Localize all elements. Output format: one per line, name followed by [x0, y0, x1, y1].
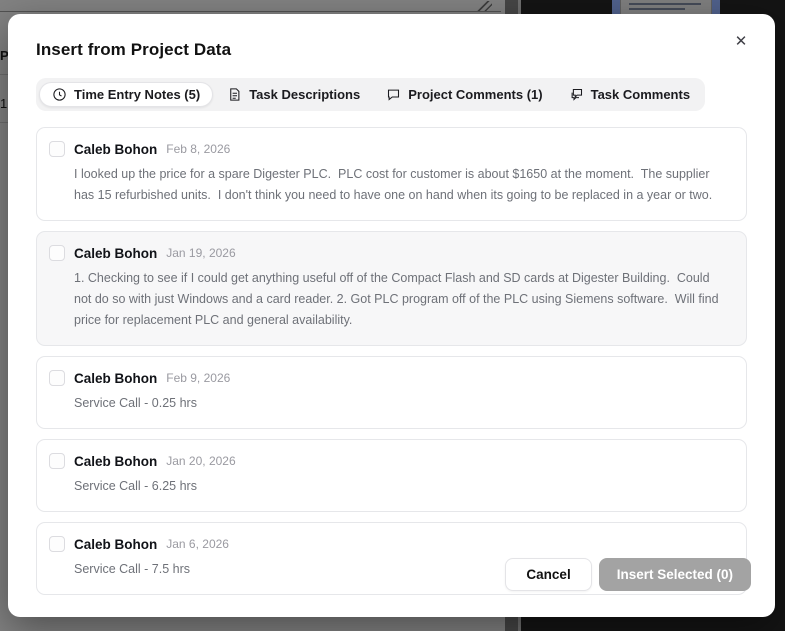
- dialog-title: Insert from Project Data: [36, 40, 232, 59]
- document-text-line: [629, 3, 701, 5]
- note-checkbox[interactable]: [49, 536, 65, 552]
- tab-task-comments[interactable]: Task Comments: [557, 82, 702, 107]
- note-text: 1. Checking to see if I could get anythi…: [74, 271, 723, 327]
- note-author: Caleb Bohon: [74, 141, 158, 157]
- note-checkbox[interactable]: [49, 370, 65, 386]
- note-checkbox[interactable]: [49, 141, 65, 157]
- note-list-item[interactable]: Caleb Bohon Jan 20, 2026 Service Call - …: [36, 439, 747, 512]
- background-textarea-edge: [0, 0, 501, 12]
- document-text-line: [629, 8, 685, 10]
- note-author: Caleb Bohon: [74, 245, 158, 261]
- tab-task-descriptions[interactable]: Task Descriptions: [215, 82, 372, 107]
- note-header: Caleb Bohon Feb 8, 2026: [49, 141, 730, 157]
- note-text: Service Call - 0.25 hrs: [74, 396, 197, 410]
- note-date: Jan 19, 2026: [166, 246, 236, 260]
- background-text-fragment: 1: [0, 96, 8, 111]
- background-document-preview: [620, 0, 712, 14]
- note-author: Caleb Bohon: [74, 536, 158, 552]
- note-author: Caleb Bohon: [74, 370, 158, 386]
- tab-label: Project Comments (1): [408, 87, 543, 102]
- dialog-footer: Cancel Insert Selected (0): [505, 558, 751, 591]
- cancel-button[interactable]: Cancel: [505, 558, 592, 591]
- note-date: Jan 20, 2026: [166, 454, 236, 468]
- background-row-divider: [0, 74, 8, 75]
- dialog-tabbar: Time Entry Notes (5) Task Descriptions P…: [36, 78, 706, 111]
- note-date: Jan 6, 2026: [166, 537, 229, 551]
- tab-project-comments[interactable]: Project Comments (1): [374, 82, 554, 107]
- note-header: Caleb Bohon Jan 20, 2026: [49, 453, 730, 469]
- background-row-divider: [0, 122, 8, 123]
- tab-label: Time Entry Notes (5): [74, 87, 201, 102]
- tab-time-entry-notes[interactable]: Time Entry Notes (5): [39, 82, 214, 107]
- background-scrollbar-strip: [712, 0, 720, 14]
- note-text: I looked up the price for a spare Digest…: [74, 167, 714, 202]
- insert-selected-button[interactable]: Insert Selected (0): [598, 558, 751, 591]
- note-date: Feb 8, 2026: [166, 142, 231, 156]
- background-scrollbar-strip: [612, 0, 620, 14]
- note-header: Caleb Bohon Feb 9, 2026: [49, 370, 730, 386]
- dialog-header: Insert from Project Data ✕: [36, 14, 747, 60]
- tab-label: Task Descriptions: [249, 87, 361, 102]
- note-list-item[interactable]: Caleb Bohon Feb 9, 2026 Service Call - 0…: [36, 356, 747, 429]
- insert-from-project-data-dialog: Insert from Project Data ✕ Time Entry No…: [8, 14, 775, 617]
- note-header: Caleb Bohon Jan 6, 2026: [49, 536, 730, 552]
- clock-icon: [53, 88, 66, 101]
- note-list-item[interactable]: Caleb Bohon Feb 8, 2026 I looked up the …: [36, 127, 747, 221]
- textarea-resize-grip-icon: [476, 1, 492, 11]
- document-icon: [230, 88, 240, 101]
- note-author: Caleb Bohon: [74, 453, 158, 469]
- time-entry-notes-list: Caleb Bohon Feb 8, 2026 I looked up the …: [36, 127, 747, 595]
- comments-icon: [571, 88, 582, 101]
- close-button[interactable]: ✕: [727, 28, 755, 56]
- note-date: Feb 9, 2026: [166, 371, 231, 385]
- comment-icon: [388, 89, 400, 101]
- note-header: Caleb Bohon Jan 19, 2026: [49, 245, 730, 261]
- note-checkbox[interactable]: [49, 245, 65, 261]
- tab-label: Task Comments: [590, 87, 691, 102]
- note-checkbox[interactable]: [49, 453, 65, 469]
- note-text: Service Call - 6.25 hrs: [74, 479, 197, 493]
- close-icon: ✕: [734, 33, 748, 50]
- note-list-item[interactable]: Caleb Bohon Jan 19, 2026 1. Checking to …: [36, 231, 747, 346]
